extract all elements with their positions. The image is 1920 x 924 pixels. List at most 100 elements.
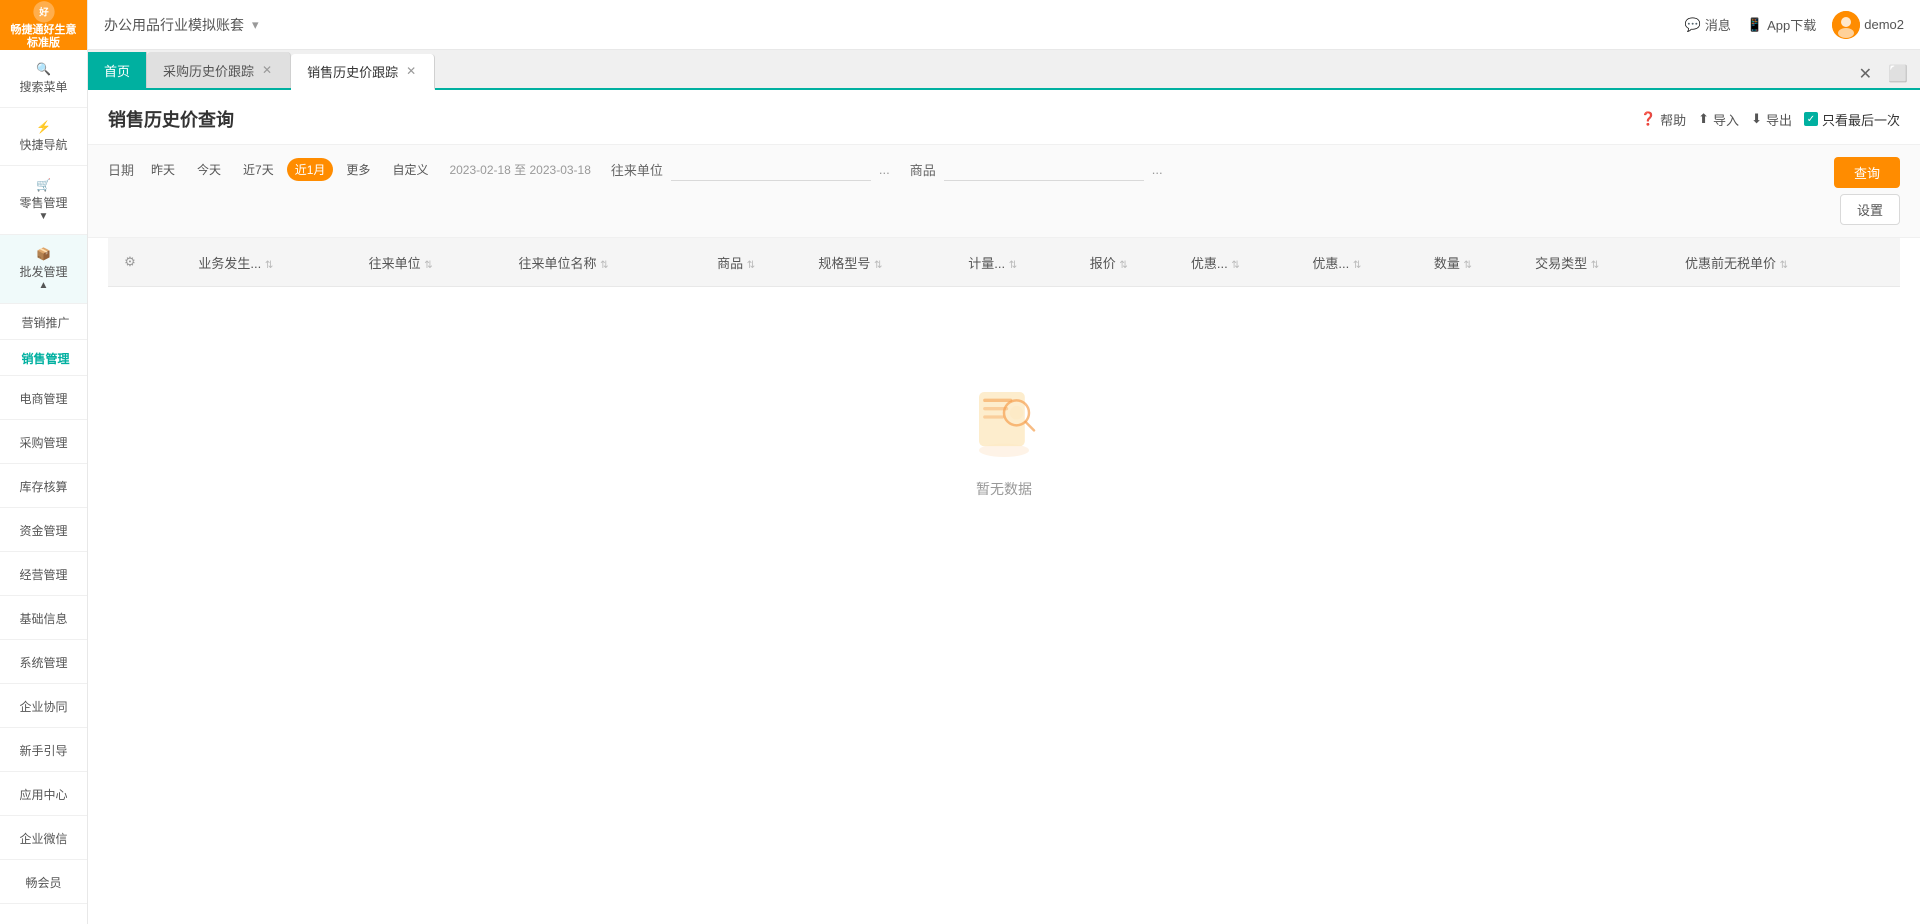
table-container: ⚙ 业务发生... ⇅ 往来单位 ⇅ 往来单位名称 ⇅ <box>88 238 1920 579</box>
sidebar-item-basic[interactable]: 基础信息 <box>0 596 87 640</box>
col-settings: ⚙ <box>108 238 190 287</box>
account-dropdown-icon[interactable]: ▾ <box>252 17 259 33</box>
col-quote[interactable]: 报价 ⇅ <box>1082 238 1183 287</box>
sidebar-item-search[interactable]: 🔍 搜索菜单 <box>0 50 87 108</box>
sidebar-item-member[interactable]: 畅会员 <box>0 860 87 904</box>
partner-input[interactable] <box>671 157 871 181</box>
goods-dots-icon[interactable]: ... <box>1152 162 1163 177</box>
sort-discount2-icon: ⇅ <box>1353 260 1361 271</box>
table-header: ⚙ 业务发生... ⇅ 往来单位 ⇅ 往来单位名称 ⇅ <box>108 238 1900 287</box>
app-download-action[interactable]: 📱 App下载 <box>1747 15 1816 34</box>
tab-sales-history-label: 销售历史价跟踪 <box>307 62 398 81</box>
date-btn-custom[interactable]: 自定义 <box>383 157 437 182</box>
sort-discount1-icon: ⇅ <box>1231 260 1239 271</box>
export-action[interactable]: ⬇ 导出 <box>1751 110 1792 129</box>
settings-button[interactable]: 设置 <box>1840 194 1900 225</box>
page-title: 销售历史价查询 <box>108 106 234 132</box>
date-btn-1month[interactable]: 近1月 <box>287 158 334 181</box>
sidebar-item-wholesale[interactable]: 📦 批发管理 ▲ <box>0 235 87 304</box>
export-label: 导出 <box>1766 110 1792 129</box>
col-spec[interactable]: 规格型号 ⇅ <box>810 238 960 287</box>
date-options: 昨天 今天 近7天 近1月 更多 自定义 <box>142 157 437 182</box>
date-btn-7days[interactable]: 近7天 <box>234 157 283 182</box>
sidebar-item-retail[interactable]: 🛒 零售管理 ▼ <box>0 166 87 235</box>
date-btn-yesterday[interactable]: 昨天 <box>142 157 184 182</box>
goods-input[interactable] <box>944 157 1144 181</box>
sidebar-item-system[interactable]: 系统管理 <box>0 640 87 684</box>
app-download-label: App下载 <box>1767 15 1816 34</box>
topbar-right: 💬 消息 📱 App下载 demo2 <box>1685 11 1904 39</box>
sort-goods-icon: ⇅ <box>747 260 755 271</box>
tab-purchase-history[interactable]: 采购历史价跟踪 ✕ <box>147 52 291 88</box>
tab-maximize-icon[interactable]: ⬜ <box>1884 60 1912 88</box>
goods-filter-group: 商品 ... <box>910 157 1163 181</box>
tab-purchase-close-icon[interactable]: ✕ <box>260 61 274 79</box>
sidebar-item-ecommerce[interactable]: 电商管理 <box>0 376 87 420</box>
sort-quantity-icon: ⇅ <box>1464 260 1472 271</box>
app-logo: 好 畅捷通好生意 标准版 <box>0 0 87 50</box>
page-content: 销售历史价查询 ❓ 帮助 ⬆ 导入 ⬇ 导出 ✓ 只看最后一次 <box>88 90 1920 924</box>
download-icon: 📱 <box>1747 17 1763 33</box>
sidebar-item-quick-nav[interactable]: ⚡ 快捷导航 <box>0 108 87 166</box>
goods-filter-label: 商品 <box>910 160 936 179</box>
sidebar-item-sales[interactable]: 销售管理 <box>0 340 87 376</box>
sidebar-item-enterprise[interactable]: 企业协同 <box>0 684 87 728</box>
date-filter-label: 日期 <box>108 160 134 179</box>
sidebar-item-app-center[interactable]: 应用中心 <box>0 772 87 816</box>
col-goods[interactable]: 商品 ⇅ <box>709 238 810 287</box>
col-quantity[interactable]: 数量 ⇅ <box>1426 238 1527 287</box>
col-discount2[interactable]: 优惠... ⇅ <box>1304 238 1425 287</box>
app-name: 畅捷通好生意 标准版 <box>11 24 77 50</box>
sidebar: 好 畅捷通好生意 标准版 🔍 搜索菜单 ⚡ 快捷导航 🛒 零售管理 ▼ 📦 批发… <box>0 0 88 924</box>
sidebar-item-purchase[interactable]: 采购管理 <box>0 420 87 464</box>
sort-biz-date-icon: ⇅ <box>265 260 273 271</box>
page-header: 销售历史价查询 ❓ 帮助 ⬆ 导入 ⬇ 导出 ✓ 只看最后一次 <box>88 90 1920 145</box>
col-unit[interactable]: 计量... ⇅ <box>960 238 1081 287</box>
sidebar-item-operations[interactable]: 经营管理 <box>0 552 87 596</box>
col-trade-type[interactable]: 交易类型 ⇅ <box>1527 238 1677 287</box>
username-label: demo2 <box>1864 17 1904 32</box>
col-biz-date[interactable]: 业务发生... ⇅ <box>190 238 360 287</box>
tab-sales-close-icon[interactable]: ✕ <box>404 62 418 80</box>
col-discount1[interactable]: 优惠... ⇅ <box>1183 238 1304 287</box>
col-pre-tax-price[interactable]: 优惠前无税单价 ⇅ <box>1677 238 1900 287</box>
tab-close-all-icon[interactable]: ✕ <box>1855 60 1876 88</box>
topbar-left: 办公用品行业模拟账套 ▾ <box>104 15 259 35</box>
date-range-text: 2023-02-18 至 2023-03-18 <box>449 161 590 178</box>
main-content: 办公用品行业模拟账套 ▾ 💬 消息 📱 App下载 de <box>88 0 1920 924</box>
message-label: 消息 <box>1705 15 1731 34</box>
table-header-row: ⚙ 业务发生... ⇅ 往来单位 ⇅ 往来单位名称 ⇅ <box>108 238 1900 287</box>
date-filter-group: 日期 昨天 今天 近7天 近1月 更多 自定义 2023-02-18 至 202… <box>108 157 591 182</box>
date-btn-more[interactable]: 更多 <box>337 157 379 182</box>
checkbox-checked-icon: ✓ <box>1804 112 1818 126</box>
empty-state-icon <box>954 367 1054 467</box>
help-icon: ❓ <box>1640 111 1656 127</box>
sort-pre-tax-icon: ⇅ <box>1780 260 1788 271</box>
import-icon: ⬆ <box>1698 111 1709 127</box>
sort-quote-icon: ⇅ <box>1119 260 1127 271</box>
import-action[interactable]: ⬆ 导入 <box>1698 110 1739 129</box>
user-profile[interactable]: demo2 <box>1832 11 1904 39</box>
col-partner-code[interactable]: 往来单位 ⇅ <box>361 238 511 287</box>
user-avatar <box>1832 11 1860 39</box>
topbar: 办公用品行业模拟账套 ▾ 💬 消息 📱 App下载 de <box>88 0 1920 50</box>
help-action[interactable]: ❓ 帮助 <box>1640 110 1686 129</box>
col-partner-name[interactable]: 往来单位名称 ⇅ <box>511 238 710 287</box>
sort-partner-name-icon: ⇅ <box>600 260 608 271</box>
tab-home-label: 首页 <box>104 61 130 80</box>
tab-home[interactable]: 首页 <box>88 52 147 88</box>
only-last-checkbox[interactable]: ✓ 只看最后一次 <box>1804 110 1900 129</box>
tabbar-actions: ✕ ⬜ <box>1855 60 1920 88</box>
export-icon: ⬇ <box>1751 111 1762 127</box>
message-action[interactable]: 💬 消息 <box>1685 15 1731 34</box>
table-settings-icon[interactable]: ⚙ <box>116 248 144 276</box>
sidebar-item-guide[interactable]: 新手引导 <box>0 728 87 772</box>
date-btn-today[interactable]: 今天 <box>188 157 230 182</box>
tab-sales-history[interactable]: 销售历史价跟踪 ✕ <box>291 54 435 90</box>
sidebar-item-wechat[interactable]: 企业微信 <box>0 816 87 860</box>
sidebar-item-finance[interactable]: 资金管理 <box>0 508 87 552</box>
sidebar-item-marketing[interactable]: 营销推广 <box>0 304 87 340</box>
partner-dots-icon[interactable]: ... <box>879 162 890 177</box>
sidebar-item-inventory[interactable]: 库存核算 <box>0 464 87 508</box>
query-button[interactable]: 查询 <box>1834 157 1900 188</box>
